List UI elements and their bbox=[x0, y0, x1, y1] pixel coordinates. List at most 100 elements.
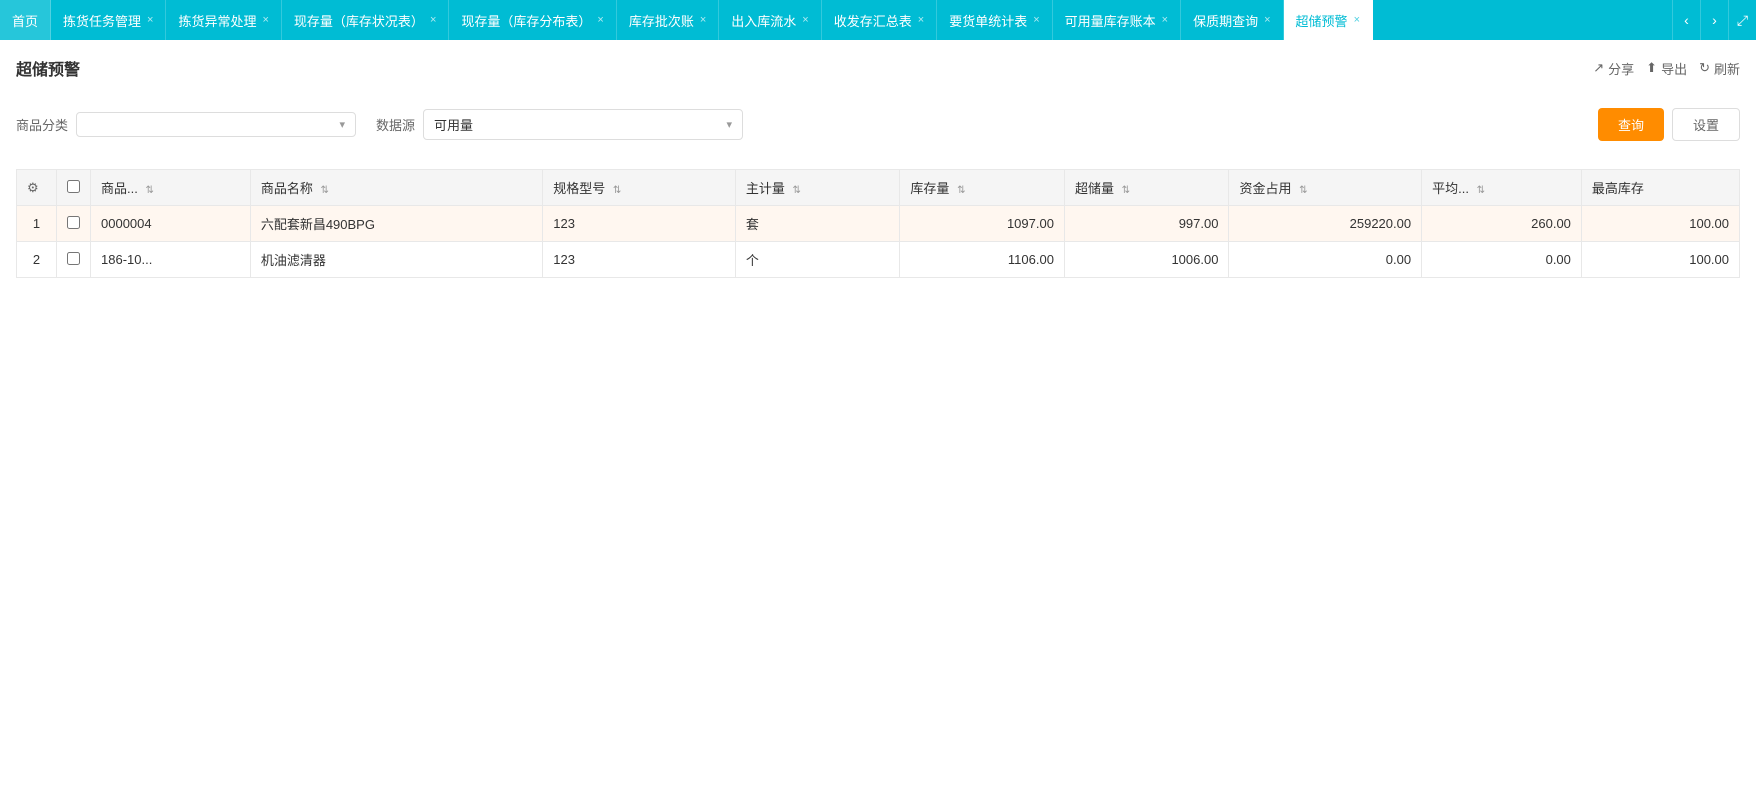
category-label: 商品分类 bbox=[16, 115, 68, 134]
nav-next-button[interactable]: › bbox=[1700, 0, 1728, 40]
cell-product-name: 六配套新昌490BPG bbox=[250, 206, 542, 242]
page-title: 超储预警 bbox=[16, 56, 80, 80]
row-index: 1 bbox=[17, 206, 57, 242]
nav-item-9[interactable]: 可用量库存账本 × bbox=[1053, 0, 1181, 40]
cell-capital: 259220.00 bbox=[1229, 206, 1422, 242]
category-filter-group: 商品分类 ▾ bbox=[16, 112, 356, 137]
col-capital[interactable]: 资金占用 ⇅ bbox=[1229, 170, 1422, 206]
close-icon[interactable]: × bbox=[1264, 14, 1270, 26]
close-icon[interactable]: × bbox=[597, 14, 603, 26]
close-icon[interactable]: × bbox=[430, 14, 436, 26]
row-index: 2 bbox=[17, 242, 57, 278]
table-row: 1 0000004 六配套新昌490BPG 123 套 1097.00 997.… bbox=[17, 206, 1740, 242]
page-header: 超储预警 ↗ 分享 ⬆ 导出 ↻ 刷新 bbox=[16, 56, 1740, 80]
sort-icon: ⇅ bbox=[1122, 185, 1130, 196]
sort-icon: ⇅ bbox=[793, 185, 801, 196]
chevron-down-icon: ▾ bbox=[727, 118, 733, 131]
share-button[interactable]: ↗ 分享 bbox=[1593, 59, 1634, 78]
nav-bar: 首页 拣货任务管理 × 拣货异常处理 × 现存量（库存状况表） × 现存量（库存… bbox=[0, 0, 1756, 40]
col-avg[interactable]: 平均... ⇅ bbox=[1422, 170, 1582, 206]
sort-icon: ⇅ bbox=[1477, 185, 1485, 196]
col-settings[interactable]: ⚙ bbox=[17, 170, 57, 206]
settings-button[interactable]: 设置 bbox=[1672, 108, 1740, 141]
datasource-select[interactable]: 可用量 ▾ bbox=[423, 109, 743, 140]
cell-unit: 套 bbox=[735, 206, 900, 242]
cell-max-stock: 100.00 bbox=[1581, 206, 1739, 242]
nav-item-home[interactable]: 首页 bbox=[0, 0, 51, 40]
filter-row: 商品分类 ▾ 数据源 可用量 ▾ 查询 设置 bbox=[16, 96, 1740, 153]
close-icon[interactable]: × bbox=[147, 14, 153, 26]
sort-icon: ⇅ bbox=[1299, 185, 1307, 196]
category-select[interactable]: ▾ bbox=[76, 112, 356, 137]
cell-spec: 123 bbox=[543, 206, 736, 242]
page-content: 超储预警 ↗ 分享 ⬆ 导出 ↻ 刷新 商品分类 ▾ 数据源 bbox=[0, 40, 1756, 800]
chevron-down-icon: ▾ bbox=[339, 118, 345, 131]
col-unit[interactable]: 主计量 ⇅ bbox=[735, 170, 900, 206]
nav-item-10[interactable]: 保质期查询 × bbox=[1181, 0, 1283, 40]
nav-item-3[interactable]: 现存量（库存状况表） × bbox=[282, 0, 449, 40]
nav-item-6[interactable]: 出入库流水 × bbox=[719, 0, 821, 40]
close-icon[interactable]: × bbox=[1162, 14, 1168, 26]
nav-expand-button[interactable]: ⤢ bbox=[1728, 0, 1756, 40]
cell-max-stock: 100.00 bbox=[1581, 242, 1739, 278]
sort-icon: ⇅ bbox=[957, 185, 965, 196]
cell-overstock: 997.00 bbox=[1064, 206, 1229, 242]
cell-avg: 260.00 bbox=[1422, 206, 1582, 242]
nav-item-7[interactable]: 收发存汇总表 × bbox=[822, 0, 937, 40]
row-checkbox[interactable] bbox=[67, 252, 80, 265]
col-max-stock: 最高库存 bbox=[1581, 170, 1739, 206]
cell-unit: 个 bbox=[735, 242, 900, 278]
sort-icon: ⇅ bbox=[145, 185, 153, 196]
query-button[interactable]: 查询 bbox=[1598, 108, 1664, 141]
sort-icon: ⇅ bbox=[613, 185, 621, 196]
col-product-name[interactable]: 商品名称 ⇅ bbox=[250, 170, 542, 206]
nav-item-1[interactable]: 拣货任务管理 × bbox=[51, 0, 166, 40]
refresh-button[interactable]: ↻ 刷新 bbox=[1699, 59, 1740, 78]
cell-spec: 123 bbox=[543, 242, 736, 278]
table-header-row: ⚙ 商品... ⇅ 商品名称 ⇅ 规格型号 ⇅ 主计量 bbox=[17, 170, 1740, 206]
datasource-label: 数据源 bbox=[376, 115, 415, 134]
cell-product-code: 186-10... bbox=[91, 242, 251, 278]
close-icon[interactable]: × bbox=[1033, 14, 1039, 26]
page-actions: ↗ 分享 ⬆ 导出 ↻ 刷新 bbox=[1593, 59, 1740, 78]
close-icon[interactable]: × bbox=[1354, 14, 1360, 26]
nav-item-5[interactable]: 库存批次账 × bbox=[617, 0, 719, 40]
nav-item-2[interactable]: 拣货异常处理 × bbox=[166, 0, 281, 40]
col-product-code[interactable]: 商品... ⇅ bbox=[91, 170, 251, 206]
close-icon[interactable]: × bbox=[918, 14, 924, 26]
col-overstock[interactable]: 超储量 ⇅ bbox=[1064, 170, 1229, 206]
row-checkbox[interactable] bbox=[67, 216, 80, 229]
select-all-checkbox[interactable] bbox=[67, 180, 80, 193]
nav-item-8[interactable]: 要货单统计表 × bbox=[937, 0, 1052, 40]
datasource-filter-group: 数据源 可用量 ▾ bbox=[376, 109, 743, 140]
settings-icon[interactable]: ⚙ bbox=[27, 180, 39, 195]
refresh-icon: ↻ bbox=[1699, 60, 1710, 76]
nav-arrows: ‹ › ⤢ bbox=[1672, 0, 1756, 40]
cell-product-code: 0000004 bbox=[91, 206, 251, 242]
cell-overstock: 1006.00 bbox=[1064, 242, 1229, 278]
export-icon: ⬆ bbox=[1646, 60, 1657, 76]
filter-buttons: 查询 设置 bbox=[1598, 108, 1740, 141]
cell-avg: 0.00 bbox=[1422, 242, 1582, 278]
cell-stock: 1106.00 bbox=[900, 242, 1065, 278]
row-checkbox-cell[interactable] bbox=[57, 242, 91, 278]
export-button[interactable]: ⬆ 导出 bbox=[1646, 59, 1687, 78]
cell-capital: 0.00 bbox=[1229, 242, 1422, 278]
col-select-all[interactable] bbox=[57, 170, 91, 206]
col-stock[interactable]: 库存量 ⇅ bbox=[900, 170, 1065, 206]
share-icon: ↗ bbox=[1593, 60, 1604, 76]
data-table: ⚙ 商品... ⇅ 商品名称 ⇅ 规格型号 ⇅ 主计量 bbox=[16, 169, 1740, 278]
col-spec[interactable]: 规格型号 ⇅ bbox=[543, 170, 736, 206]
cell-product-name: 机油滤清器 bbox=[250, 242, 542, 278]
close-icon[interactable]: × bbox=[262, 14, 268, 26]
close-icon[interactable]: × bbox=[802, 14, 808, 26]
nav-item-active[interactable]: 超储预警 × bbox=[1284, 0, 1373, 40]
nav-prev-button[interactable]: ‹ bbox=[1672, 0, 1700, 40]
sort-icon: ⇅ bbox=[320, 185, 328, 196]
close-icon[interactable]: × bbox=[700, 14, 706, 26]
datasource-value: 可用量 bbox=[434, 115, 473, 134]
nav-item-4[interactable]: 现存量（库存分布表） × bbox=[449, 0, 616, 40]
row-checkbox-cell[interactable] bbox=[57, 206, 91, 242]
cell-stock: 1097.00 bbox=[900, 206, 1065, 242]
table-row: 2 186-10... 机油滤清器 123 个 1106.00 1006.00 … bbox=[17, 242, 1740, 278]
